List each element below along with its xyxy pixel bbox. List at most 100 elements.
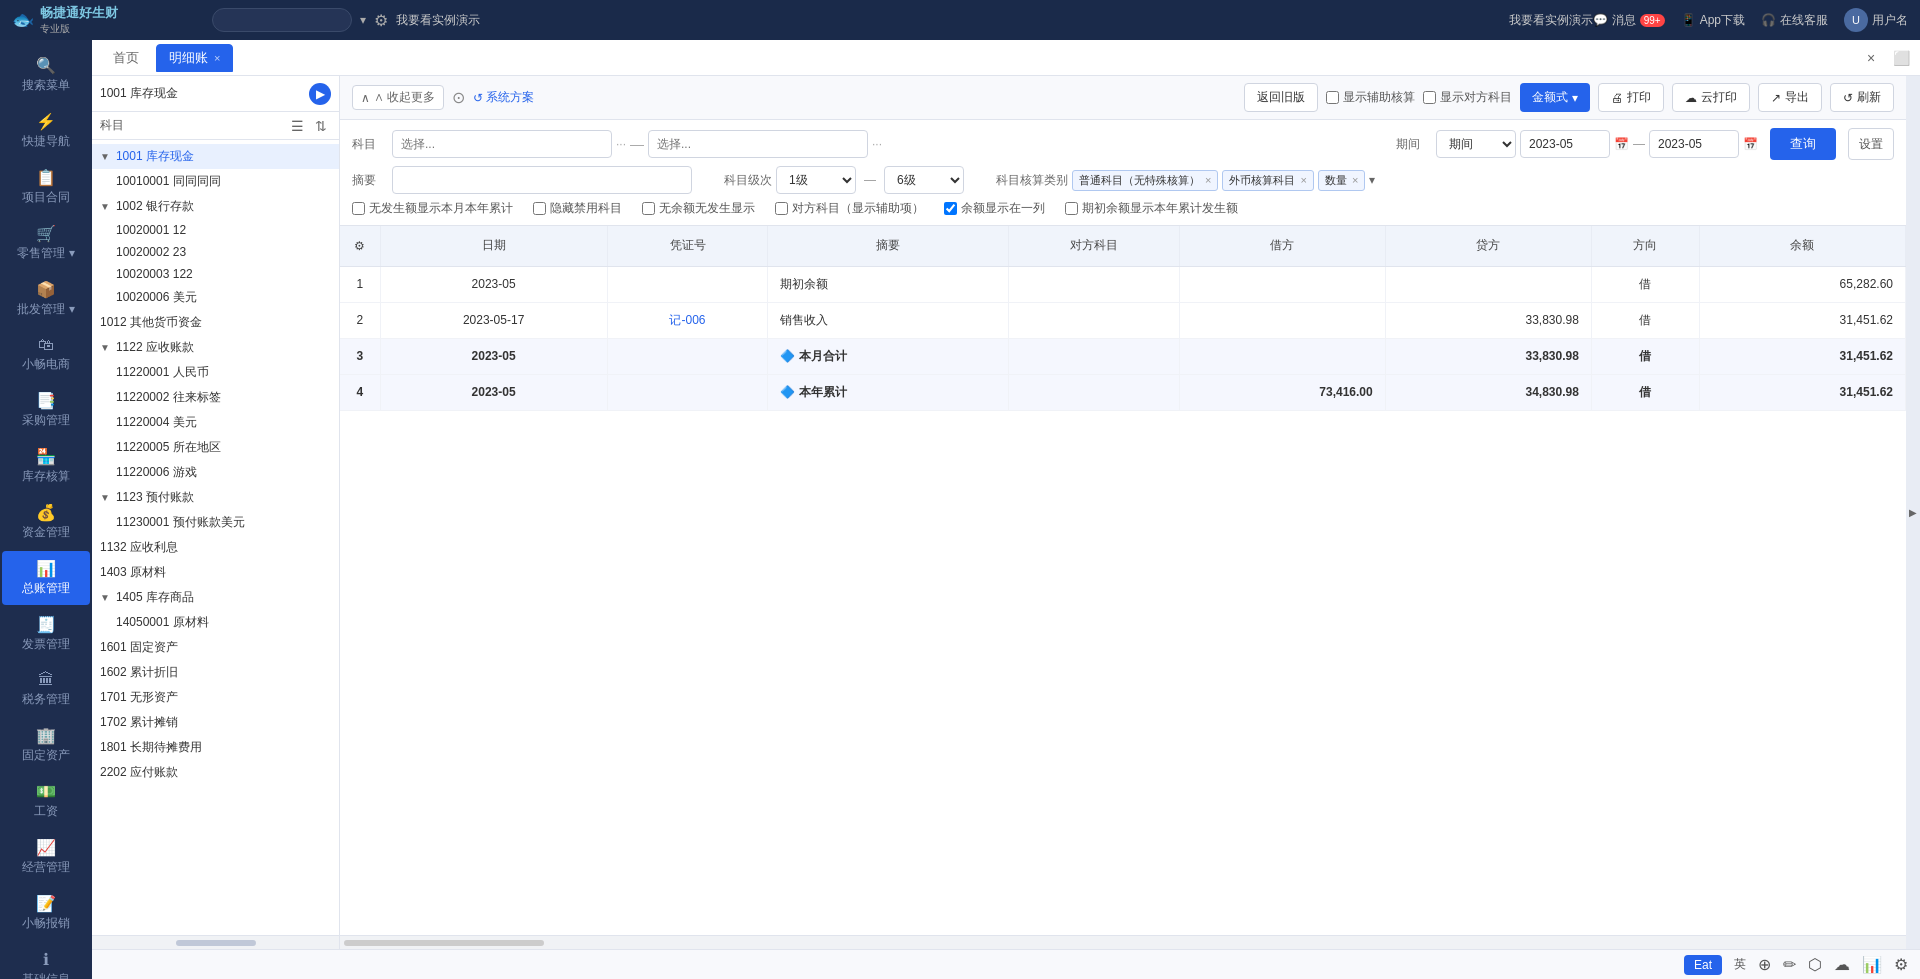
settings-btn[interactable]: 设置 bbox=[1848, 128, 1894, 160]
refresh-btn[interactable]: ↺ 刷新 bbox=[1830, 83, 1894, 112]
sidebar-item-retail[interactable]: 🛒 零售管理 ▾ bbox=[2, 216, 90, 270]
add-icon[interactable]: ⊕ bbox=[1758, 955, 1771, 974]
tab-ledger[interactable]: 明细账 × bbox=[156, 44, 233, 72]
sidebar-item-finance[interactable]: 💰 资金管理 bbox=[2, 495, 90, 549]
user-avatar-btn[interactable]: U 用户名 bbox=[1844, 8, 1908, 32]
sort-icon[interactable]: ⇅ bbox=[311, 116, 331, 136]
type-tag-3[interactable]: 数量 × bbox=[1318, 170, 1365, 191]
tree-item-1403[interactable]: 1403 原材料 bbox=[92, 560, 339, 585]
checkbox-no-amount[interactable]: 无发生额显示本月本年累计 bbox=[352, 200, 513, 217]
tree-item-1405[interactable]: ▼ 1405 库存商品 bbox=[92, 585, 339, 610]
tree-item-11230001[interactable]: 11230001 预付账款美元 bbox=[92, 510, 339, 535]
tree-item-1012[interactable]: 1012 其他货币资金 bbox=[92, 310, 339, 335]
tree-item-1702[interactable]: 1702 累计摊销 bbox=[92, 710, 339, 735]
tree-item-10020006[interactable]: 10020006 美元 bbox=[92, 285, 339, 310]
tree-item-14050001[interactable]: 14050001 原材料 bbox=[92, 610, 339, 635]
cell-voucher[interactable]: 记-006 bbox=[607, 302, 768, 338]
collapse-filter-btn[interactable]: ∧ ∧ 收起更多 bbox=[352, 85, 444, 110]
eat-btn[interactable]: Eat bbox=[1684, 955, 1722, 975]
tree-item-11220005[interactable]: 11220005 所在地区 bbox=[92, 435, 339, 460]
demo-link[interactable]: 我要看实例演示 bbox=[396, 12, 480, 29]
sidebar-item-salary[interactable]: 💵 工资 bbox=[2, 774, 90, 828]
tree-item-1002[interactable]: ▼ 1002 银行存款 bbox=[92, 194, 339, 219]
tree-item-10020002[interactable]: 10020002 23 bbox=[92, 241, 339, 263]
print-btn[interactable]: 🖨 打印 bbox=[1598, 83, 1664, 112]
period-end-input[interactable] bbox=[1649, 130, 1739, 158]
account-selector[interactable]: 1001 库存现金 bbox=[100, 85, 305, 102]
return-old-btn[interactable]: 返回旧版 bbox=[1244, 83, 1318, 112]
level-end-select[interactable]: 6级 5级 4级 bbox=[884, 166, 964, 194]
subject-end-input[interactable] bbox=[648, 130, 868, 158]
export-btn[interactable]: ↗ 导出 bbox=[1758, 83, 1822, 112]
tab-maximize-btn[interactable]: ⬜ bbox=[1890, 47, 1912, 69]
sidebar-item-fixed[interactable]: 🏢 固定资产 bbox=[2, 718, 90, 772]
checkbox-no-balance[interactable]: 无余额无发生显示 bbox=[642, 200, 755, 217]
show-opposite-checkbox[interactable]: 显示对方科目 bbox=[1423, 89, 1512, 106]
tag-remove-icon[interactable]: × bbox=[1300, 174, 1306, 186]
th-settings[interactable]: ⚙ bbox=[340, 226, 380, 266]
chart-icon[interactable]: 📊 bbox=[1862, 955, 1882, 974]
sidebar-item-operation[interactable]: 📈 经营管理 bbox=[2, 830, 90, 884]
plan-label[interactable]: ↺ 系统方案 bbox=[473, 89, 534, 106]
period-end-cal-icon[interactable]: 📅 bbox=[1743, 137, 1758, 151]
tree-item-1602[interactable]: 1602 累计折旧 bbox=[92, 660, 339, 685]
tab-home[interactable]: 首页 bbox=[100, 44, 152, 72]
next-account-btn[interactable]: ▶ bbox=[309, 83, 331, 105]
hex-icon[interactable]: ⬡ bbox=[1808, 955, 1822, 974]
checkbox-opposite[interactable]: 对方科目（显示辅助项） bbox=[775, 200, 924, 217]
cloud-print-btn[interactable]: ☁ 云打印 bbox=[1672, 83, 1750, 112]
tree-item-1001[interactable]: ▼ 1001 库存现金 bbox=[92, 144, 339, 169]
tree-item-10010001[interactable]: 10010001 同同同同 bbox=[92, 169, 339, 194]
sidebar-item-invoice[interactable]: 🧾 发票管理 bbox=[2, 607, 90, 661]
search-dropdown-arrow[interactable]: ▾ bbox=[360, 13, 366, 27]
tab-close-btn[interactable]: × bbox=[1860, 47, 1882, 69]
tree-item-1132[interactable]: 1132 应收利息 bbox=[92, 535, 339, 560]
show-auxiliary-checkbox[interactable]: 显示辅助核算 bbox=[1326, 89, 1415, 106]
online-service-btn[interactable]: 🎧 在线客服 bbox=[1761, 12, 1828, 29]
sidebar-item-purchase[interactable]: 📑 采购管理 bbox=[2, 383, 90, 437]
sidebar-item-project[interactable]: 📋 项目合同 bbox=[2, 160, 90, 214]
checkbox-hide-disabled[interactable]: 隐藏禁用科目 bbox=[533, 200, 622, 217]
sidebar-item-ecommerce[interactable]: 🛍 小畅电商 bbox=[2, 328, 90, 381]
sidebar-item-tax[interactable]: 🏛 税务管理 bbox=[2, 663, 90, 716]
checkbox-balance-one-col[interactable]: 余额显示在一列 bbox=[944, 200, 1045, 217]
tree-item-1701[interactable]: 1701 无形资产 bbox=[92, 685, 339, 710]
tree-item-11220004[interactable]: 11220004 美元 bbox=[92, 410, 339, 435]
sidebar-item-search[interactable]: 🔍 搜索菜单 bbox=[2, 48, 90, 102]
amount-format-btn[interactable]: 金额式 ▾ bbox=[1520, 83, 1590, 112]
sidebar-item-basic[interactable]: ℹ 基础信息 bbox=[2, 942, 90, 979]
subject-input[interactable] bbox=[392, 130, 612, 158]
tree-item-11220006[interactable]: 11220006 游戏 bbox=[92, 460, 339, 485]
tree-item-1801[interactable]: 1801 长期待摊费用 bbox=[92, 735, 339, 760]
demo-link-text[interactable]: 我要看实例演示 bbox=[1509, 12, 1593, 29]
lang-btn[interactable]: 英 bbox=[1734, 956, 1746, 973]
type-tag-1[interactable]: 普通科目（无特殊核算） × bbox=[1072, 170, 1218, 191]
tree-item-1601[interactable]: 1601 固定资产 bbox=[92, 635, 339, 660]
tree-item-1123[interactable]: ▼ 1123 预付账款 bbox=[92, 485, 339, 510]
tree-item-1122[interactable]: ▼ 1122 应收账款 bbox=[92, 335, 339, 360]
tag-remove-icon[interactable]: × bbox=[1205, 174, 1211, 186]
tag-remove-icon[interactable]: × bbox=[1352, 174, 1358, 186]
quantity-dropdown-icon[interactable]: ▾ bbox=[1369, 173, 1375, 187]
tree-item-11220002[interactable]: 11220002 往来标签 bbox=[92, 385, 339, 410]
period-cal-icon[interactable]: 📅 bbox=[1614, 137, 1629, 151]
gear-icon[interactable]: ⚙ bbox=[374, 11, 388, 30]
messages-btn[interactable]: 💬 消息 99+ bbox=[1593, 12, 1665, 29]
sidebar-item-quick[interactable]: ⚡ 快捷导航 bbox=[2, 104, 90, 158]
tree-item-10020003[interactable]: 10020003 122 bbox=[92, 263, 339, 285]
right-edge-bar[interactable]: ▶ bbox=[1906, 76, 1920, 949]
query-btn[interactable]: 查询 bbox=[1770, 128, 1836, 160]
cloud-icon[interactable]: ☁ bbox=[1834, 955, 1850, 974]
edit-icon[interactable]: ✏ bbox=[1783, 955, 1796, 974]
sidebar-item-report[interactable]: 📝 小畅报销 bbox=[2, 886, 90, 940]
filter-settings-icon[interactable]: ⊙ bbox=[452, 88, 465, 107]
tree-item-10020001[interactable]: 10020001 12 bbox=[92, 219, 339, 241]
bottom-scrollbar[interactable] bbox=[340, 935, 1906, 949]
summary-input[interactable] bbox=[392, 166, 692, 194]
tree-item-11220001[interactable]: 11220001 人民币 bbox=[92, 360, 339, 385]
sidebar-item-inventory[interactable]: 🏪 库存核算 bbox=[2, 439, 90, 493]
tree-item-2202[interactable]: 2202 应付账款 bbox=[92, 760, 339, 785]
table-settings-icon[interactable]: ⚙ bbox=[354, 239, 365, 253]
sidebar-item-wholesale[interactable]: 📦 批发管理 ▾ bbox=[2, 272, 90, 326]
type-tag-2[interactable]: 外币核算科目 × bbox=[1222, 170, 1313, 191]
